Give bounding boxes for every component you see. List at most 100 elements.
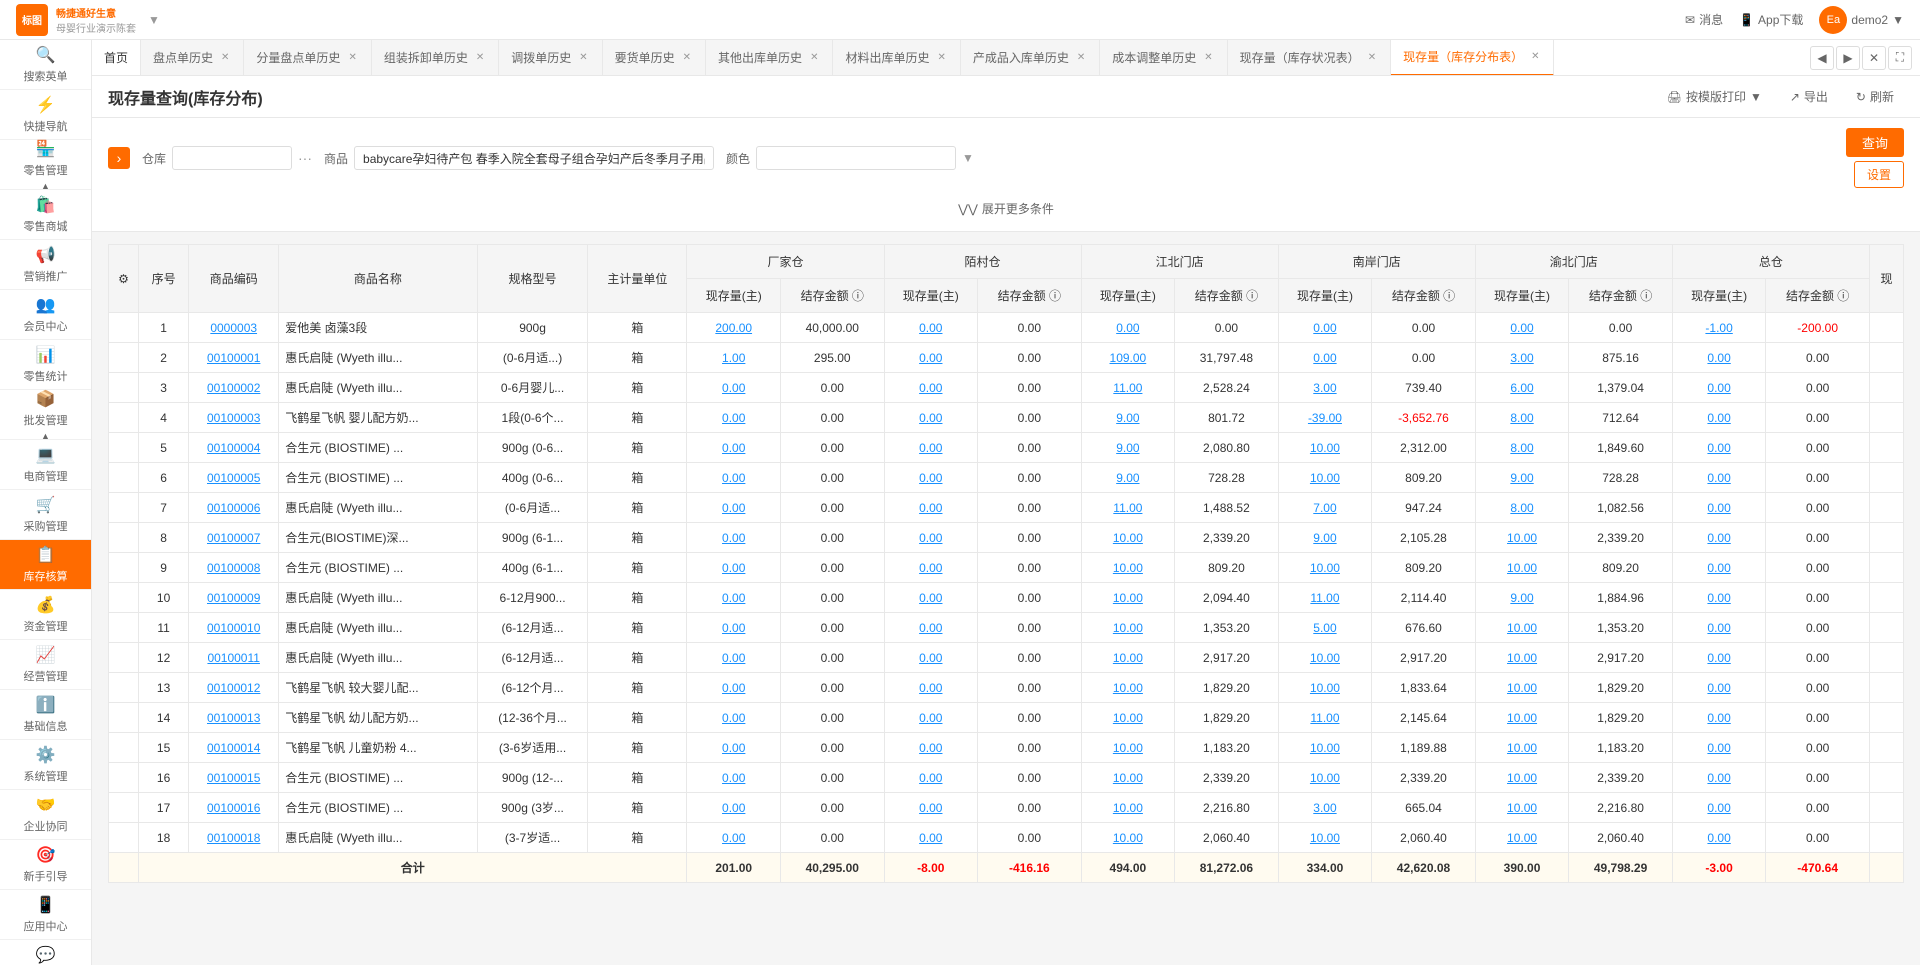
sidebar-item-17[interactable]: 📱应用中心 <box>0 890 91 940</box>
settings-btn[interactable]: 设置 <box>1854 161 1904 188</box>
export-btn[interactable]: ↗ 导出 <box>1780 84 1838 109</box>
warehouse-dots-btn[interactable]: ··· <box>298 150 312 166</box>
th-jiangbei-amt: 结存金额 ⓘ <box>1175 279 1279 313</box>
th-mucunCun-amt: 结存金额 ⓘ <box>978 279 1082 313</box>
tab-close-7[interactable]: ✕ <box>935 52 947 63</box>
search-row: › 仓库 ··· 商品 颜色 ▼ 查询 设置 <box>108 128 1904 188</box>
tab-close-2[interactable]: ✕ <box>346 52 358 63</box>
th-changjiaCun-amt: 结存金额 ⓘ <box>781 279 885 313</box>
toggle-btn[interactable]: › <box>108 147 130 169</box>
warehouse-input[interactable] <box>172 146 292 170</box>
header-right: ✉ 消息 📱 App下载 Ea demo2 ▼ <box>1685 6 1904 34</box>
sidebar-item-15[interactable]: 🤝企业协同 <box>0 790 91 840</box>
sidebar-item-12[interactable]: 📈经营管理 <box>0 640 91 690</box>
tab-1[interactable]: 盘点单历史 ✕ <box>141 40 244 75</box>
sidebar-item-4[interactable]: 📢营销推广 <box>0 240 91 290</box>
tab-close-8[interactable]: ✕ <box>1075 52 1087 63</box>
sidebar-label-13: 基础信息 <box>24 718 68 734</box>
messages-btn[interactable]: ✉ 消息 <box>1685 11 1723 28</box>
tab-close-10[interactable]: ✕ <box>1366 52 1378 63</box>
sidebar-item-14[interactable]: ⚙️ 系统管理 <box>0 740 91 790</box>
sidebar-item-10[interactable]: 📋库存核算 <box>0 540 91 590</box>
tab-5[interactable]: 要货单历史✕ <box>603 40 706 75</box>
color-input[interactable] <box>756 146 956 170</box>
sidebar-item-16[interactable]: 🎯新手引导 <box>0 840 91 890</box>
tab-11[interactable]: 现存量（库存分布表） ✕ <box>1391 40 1554 75</box>
sidebar-label-14: 系统管理 <box>24 768 68 784</box>
goods-input[interactable] <box>354 146 714 170</box>
th-current: 现 <box>1869 245 1903 313</box>
sidebar-item-3[interactable]: 🛍️零售商城 <box>0 190 91 240</box>
tabs-next-btn[interactable]: ▶ <box>1836 46 1860 70</box>
main-content: 现存量查询(库存分布) 🖨 按模版打印 ▼ ↗ 导出 ↻ 刷新 › 仓库 · <box>92 76 1920 965</box>
sidebar-label-16: 新手引导 <box>24 868 68 884</box>
user-area[interactable]: Ea demo2 ▼ <box>1819 6 1904 34</box>
tab-close-11[interactable]: ✕ <box>1529 51 1541 62</box>
query-btn[interactable]: 查询 <box>1846 128 1904 157</box>
th-name: 商品名称 <box>279 245 477 313</box>
tab-close-4[interactable]: ✕ <box>577 52 589 63</box>
sidebar-item-18[interactable]: 💬企业微信 <box>0 940 91 965</box>
sidebar-item-9[interactable]: 🛒采购管理 <box>0 490 91 540</box>
sidebar-icon-14: ⚙️ <box>36 745 56 765</box>
table-row: 3 00100002 惠氏启陡 (Wyeth illu... 0-6月婴儿...… <box>109 373 1904 403</box>
print-btn[interactable]: 🖨 按模版打印 ▼ <box>1657 84 1772 109</box>
sidebar-item-7[interactable]: 📦批发管理▲ <box>0 390 91 440</box>
tab-close-6[interactable]: ✕ <box>808 52 820 63</box>
tab-7[interactable]: 材料出库单历史✕ <box>833 40 960 75</box>
sidebar-item-5[interactable]: 👥会员中心 <box>0 290 91 340</box>
search-bar: › 仓库 ··· 商品 颜色 ▼ 查询 设置 ⋁⋁ 展开 <box>92 118 1920 232</box>
app-download-btn[interactable]: 📱 App下载 <box>1739 11 1803 28</box>
tab-close-5[interactable]: ✕ <box>681 52 693 63</box>
expand-more-row: ⋁⋁ 展开更多条件 <box>108 196 1904 221</box>
sidebar-item-6[interactable]: 📊 零售统计 <box>0 340 91 390</box>
sidebar-icon-4: 📢 <box>36 245 56 265</box>
sidebar-item-8[interactable]: 💻电商管理 <box>0 440 91 490</box>
top-header: 标图 畅捷通好生意 母婴行业演示陈套 ▼ ✉ 消息 📱 App下载 Ea dem… <box>0 0 1920 40</box>
tabs-expand-btn[interactable]: ⛶ <box>1888 46 1912 70</box>
sidebar-item-0[interactable]: 🔍搜索英单 <box>0 40 91 90</box>
avatar: Ea <box>1819 6 1847 34</box>
tab-2[interactable]: 分量盘点单历史✕ <box>244 40 371 75</box>
sidebar-label-12: 经营管理 <box>24 668 68 684</box>
tab-9[interactable]: 成本调整单历史 ✕ <box>1100 40 1227 75</box>
tab-8[interactable]: 产成品入库单历史✕ <box>961 40 1100 75</box>
sidebar-label-10: 库存核算 <box>24 568 68 584</box>
sidebar-icon-6: 📊 <box>36 345 56 365</box>
tab-3[interactable]: 组装拆卸单历史✕ <box>372 40 499 75</box>
tab-close-3[interactable]: ✕ <box>474 52 486 63</box>
sidebar-item-1[interactable]: ⚡快捷导航 <box>0 90 91 140</box>
tab-label-10: 现存量（库存状况表） <box>1240 49 1360 66</box>
expand-more-btn[interactable]: ⋁⋁ 展开更多条件 <box>958 196 1054 221</box>
sidebar-icon-2: 🏪 <box>36 139 56 159</box>
refresh-icon: ↻ <box>1856 90 1866 104</box>
sidebar-label-9: 采购管理 <box>24 518 68 534</box>
tab-label-4: 调拨单历史 <box>511 49 571 66</box>
tab-10[interactable]: 现存量（库存状况表） ✕ <box>1228 40 1391 75</box>
page-title: 现存量查询(库存分布) <box>108 85 263 109</box>
sidebar-item-11[interactable]: 💰资金管理 <box>0 590 91 640</box>
th-mucunCun-qty: 现存量(主) <box>884 279 978 313</box>
message-icon: ✉ <box>1685 13 1695 27</box>
th-jiangbei: 江北门店 <box>1081 245 1278 279</box>
color-dropdown-icon[interactable]: ▼ <box>962 151 974 165</box>
table-row: 13 00100012 飞鹤星飞帆 较大婴儿配... (6-12个月... 箱 … <box>109 673 1904 703</box>
tab-6[interactable]: 其他出库单历史✕ <box>706 40 833 75</box>
refresh-btn[interactable]: ↻ 刷新 <box>1846 84 1904 109</box>
tab-label-9: 成本调整单历史 <box>1112 49 1196 66</box>
tab-4[interactable]: 调拨单历史 ✕ <box>499 40 602 75</box>
th-yubei-qty: 现存量(主) <box>1475 279 1569 313</box>
tab-close-1[interactable]: ✕ <box>219 52 231 63</box>
th-nanan-amt: 结存金额 ⓘ <box>1372 279 1476 313</box>
tab-label-11: 现存量（库存分布表） <box>1403 48 1523 65</box>
tab-close-9[interactable]: ✕ <box>1202 52 1214 63</box>
sidebar-label-6: 零售统计 <box>24 368 68 384</box>
th-total: 总仓 <box>1672 245 1869 279</box>
tab-0[interactable]: 首页 <box>92 40 141 75</box>
sidebar-item-2[interactable]: 🏪零售管理▲ <box>0 140 91 190</box>
sidebar-item-13[interactable]: ℹ️基础信息 <box>0 690 91 740</box>
tabs-close-btn[interactable]: ✕ <box>1862 46 1886 70</box>
sidebar-label-11: 资金管理 <box>24 618 68 634</box>
tab-label-1: 盘点单历史 <box>153 49 213 66</box>
tabs-prev-btn[interactable]: ◀ <box>1810 46 1834 70</box>
